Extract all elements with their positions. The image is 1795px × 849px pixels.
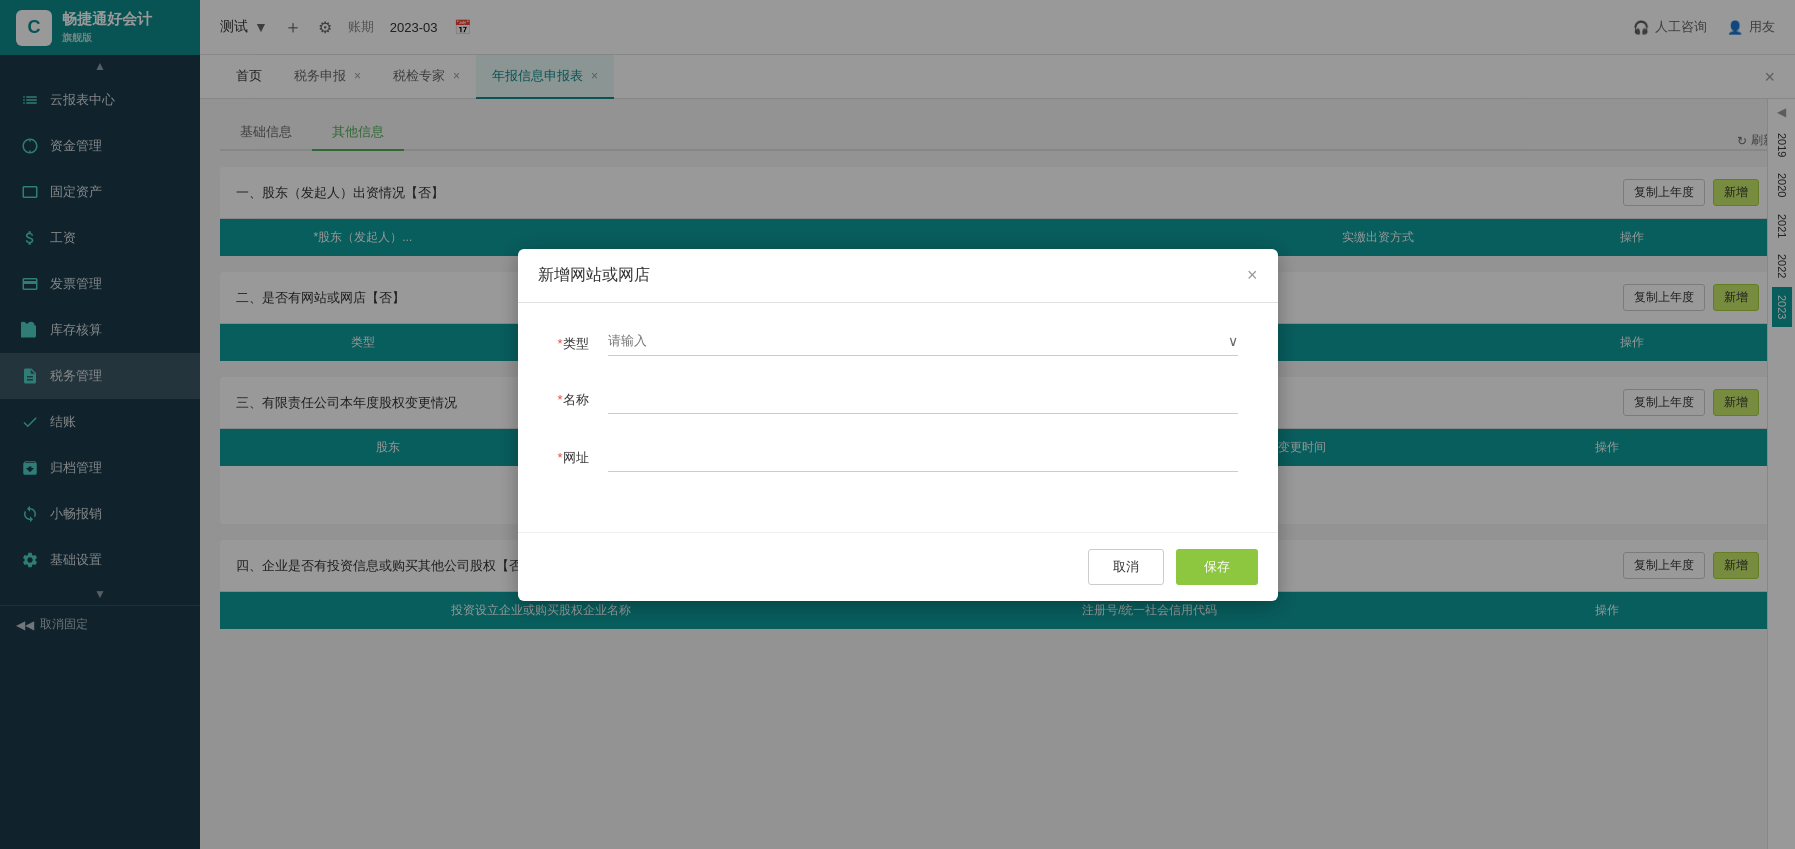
type-input[interactable]	[608, 333, 1228, 348]
dialog-footer: 取消 保存	[518, 532, 1278, 601]
name-label: *名称	[558, 391, 608, 409]
cancel-btn[interactable]: 取消	[1088, 549, 1164, 585]
save-btn[interactable]: 保存	[1176, 549, 1258, 585]
type-input-wrapper: ∨	[608, 333, 1238, 356]
url-input[interactable]	[608, 444, 1238, 472]
name-input[interactable]	[608, 386, 1238, 414]
form-field-url: *网址	[558, 444, 1238, 472]
type-dropdown-icon[interactable]: ∨	[1228, 333, 1238, 349]
dialog-header: 新增网站或网店 ×	[518, 249, 1278, 303]
dialog-title: 新增网站或网店	[538, 265, 650, 286]
dialog-overlay: 新增网站或网店 × *类型 ∨ *名称	[0, 0, 1795, 849]
form-field-type: *类型 ∨	[558, 333, 1238, 356]
dialog-close-btn[interactable]: ×	[1247, 265, 1258, 286]
url-label: *网址	[558, 449, 608, 467]
add-website-dialog: 新增网站或网店 × *类型 ∨ *名称	[518, 249, 1278, 601]
form-field-name: *名称	[558, 386, 1238, 414]
dialog-body: *类型 ∨ *名称 *网址	[518, 303, 1278, 532]
type-label: *类型	[558, 335, 608, 353]
